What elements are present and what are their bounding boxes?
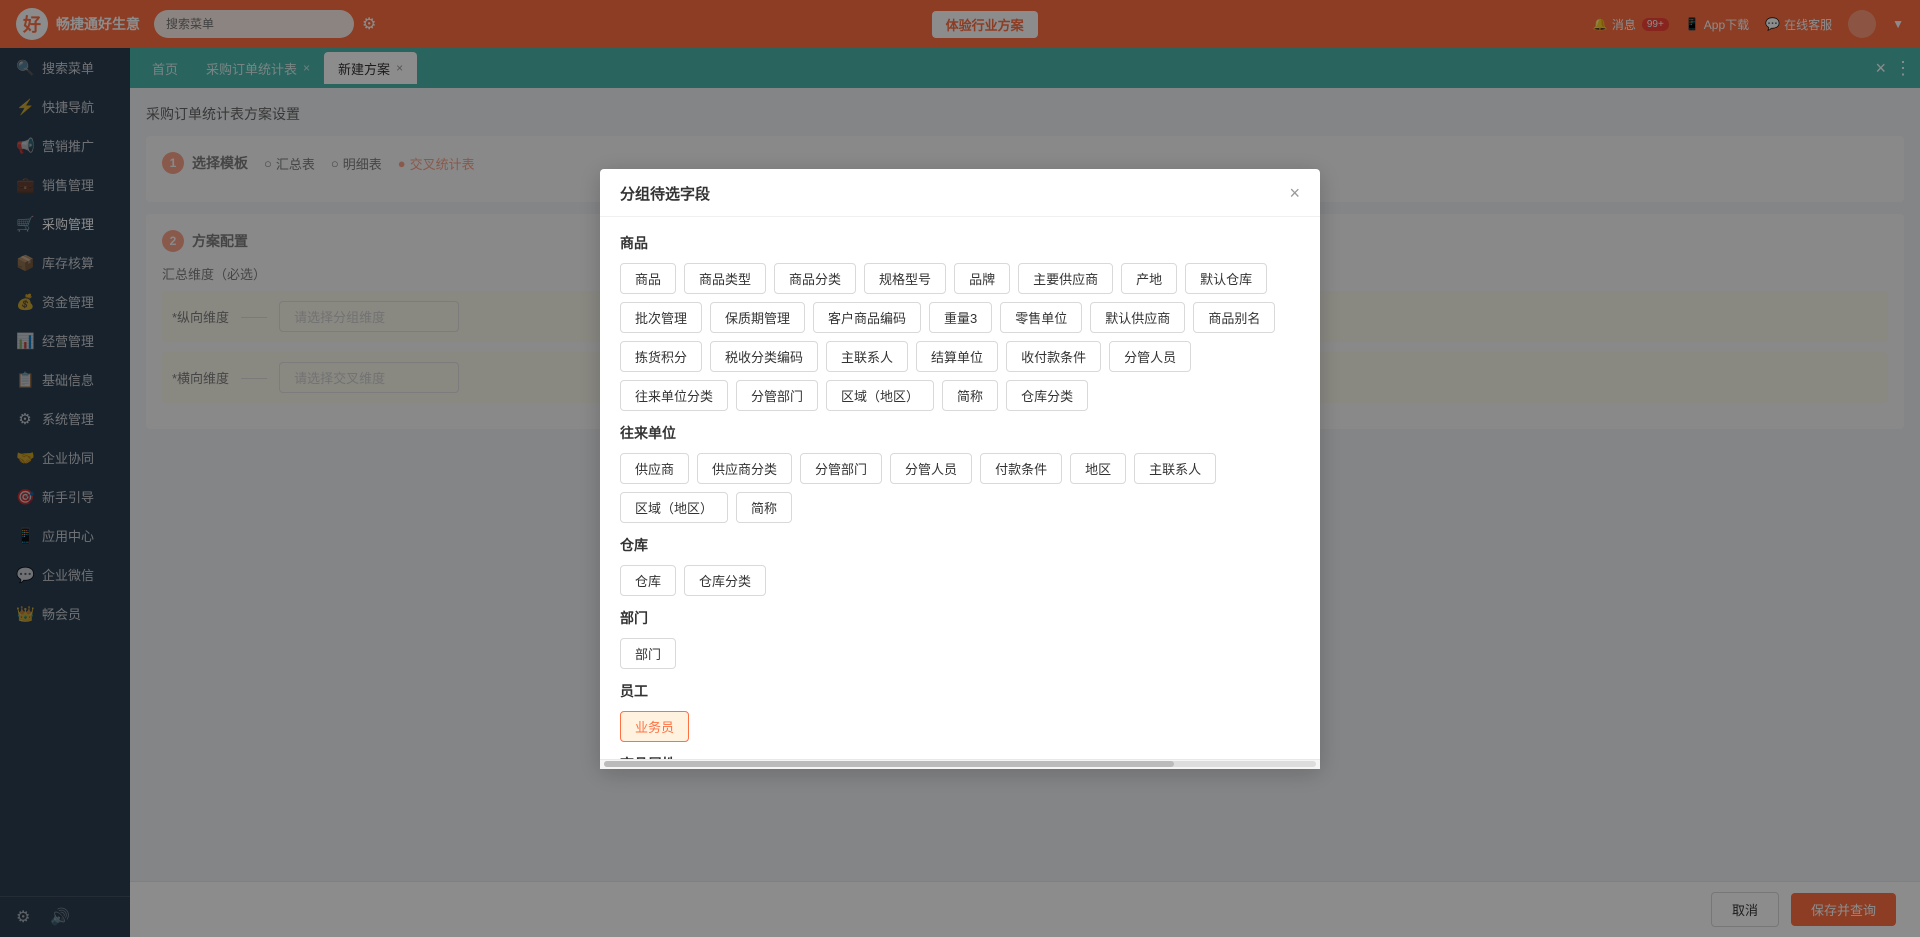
chip-goods-税收分类编码[interactable]: 税收分类编码 <box>710 341 818 372</box>
chip-goods-商品类型[interactable]: 商品类型 <box>684 263 766 294</box>
chip-goods-商品别名[interactable]: 商品别名 <box>1193 302 1275 333</box>
group-title-goods: 商品 <box>620 233 1300 253</box>
chip-goods-结算单位[interactable]: 结算单位 <box>916 341 998 372</box>
modal-title: 分组待选字段 <box>620 183 710 204</box>
chip-partner-主联系人[interactable]: 主联系人 <box>1134 453 1216 484</box>
group-title-partner: 往来单位 <box>620 423 1300 443</box>
chip-goods-区域地区[interactable]: 区域（地区） <box>826 380 934 411</box>
chip-warehouse-仓库[interactable]: 仓库 <box>620 565 676 596</box>
chip-goods-分管人员[interactable]: 分管人员 <box>1109 341 1191 372</box>
group-title-warehouse: 仓库 <box>620 535 1300 555</box>
chip-partner-区域地区[interactable]: 区域（地区） <box>620 492 728 523</box>
modal-header: 分组待选字段 × <box>600 169 1320 217</box>
chip-goods-保质期管理[interactable]: 保质期管理 <box>710 302 805 333</box>
modal-close-button[interactable]: × <box>1289 184 1300 202</box>
chip-goods-简称[interactable]: 简称 <box>942 380 998 411</box>
chip-goods-品牌[interactable]: 品牌 <box>954 263 1010 294</box>
chip-goods-分管部门[interactable]: 分管部门 <box>736 380 818 411</box>
modal-overlay: 分组待选字段 × 商品 商品 商品类型 商品分类 规格型号 品牌 主要供应商 产… <box>0 0 1920 937</box>
group-chips-warehouse: 仓库 仓库分类 <box>620 565 1300 596</box>
chip-goods-规格型号[interactable]: 规格型号 <box>864 263 946 294</box>
chip-goods-仓库分类[interactable]: 仓库分类 <box>1006 380 1088 411</box>
chip-goods-商品[interactable]: 商品 <box>620 263 676 294</box>
chip-goods-往来单位分类[interactable]: 往来单位分类 <box>620 380 728 411</box>
group-title-staff: 员工 <box>620 681 1300 701</box>
chip-goods-重量3[interactable]: 重量3 <box>929 302 992 333</box>
chip-goods-收付款条件[interactable]: 收付款条件 <box>1006 341 1101 372</box>
chip-partner-分管部门[interactable]: 分管部门 <box>800 453 882 484</box>
modal-body: 商品 商品 商品类型 商品分类 规格型号 品牌 主要供应商 产地 默认仓库 批次… <box>600 217 1320 759</box>
chip-goods-零售单位[interactable]: 零售单位 <box>1000 302 1082 333</box>
hscroll-thumb[interactable] <box>604 761 1174 767</box>
group-chips-goods: 商品 商品类型 商品分类 规格型号 品牌 主要供应商 产地 默认仓库 批次管理 … <box>620 263 1300 411</box>
chip-dept-部门[interactable]: 部门 <box>620 638 676 669</box>
group-chips-partner: 供应商 供应商分类 分管部门 分管人员 付款条件 地区 主联系人 区域（地区） … <box>620 453 1300 523</box>
group-title-dept: 部门 <box>620 608 1300 628</box>
field-select-modal: 分组待选字段 × 商品 商品 商品类型 商品分类 规格型号 品牌 主要供应商 产… <box>600 169 1320 769</box>
chip-partner-付款条件[interactable]: 付款条件 <box>980 453 1062 484</box>
chip-goods-默认供应商[interactable]: 默认供应商 <box>1090 302 1185 333</box>
chip-goods-主要供应商[interactable]: 主要供应商 <box>1018 263 1113 294</box>
chip-partner-地区[interactable]: 地区 <box>1070 453 1126 484</box>
chip-staff-业务员[interactable]: 业务员 <box>620 711 689 742</box>
chip-goods-主联系人[interactable]: 主联系人 <box>826 341 908 372</box>
chip-goods-默认仓库[interactable]: 默认仓库 <box>1185 263 1267 294</box>
group-chips-staff: 业务员 <box>620 711 1300 742</box>
chip-goods-拣货积分[interactable]: 拣货积分 <box>620 341 702 372</box>
group-chips-dept: 部门 <box>620 638 1300 669</box>
chip-partner-简称[interactable]: 简称 <box>736 492 792 523</box>
modal-hscrollbar <box>600 759 1320 769</box>
chip-goods-产地[interactable]: 产地 <box>1121 263 1177 294</box>
chip-partner-供应商分类[interactable]: 供应商分类 <box>697 453 792 484</box>
chip-goods-商品分类[interactable]: 商品分类 <box>774 263 856 294</box>
chip-partner-分管人员[interactable]: 分管人员 <box>890 453 972 484</box>
chip-goods-客户商品编码[interactable]: 客户商品编码 <box>813 302 921 333</box>
chip-goods-批次管理[interactable]: 批次管理 <box>620 302 702 333</box>
chip-warehouse-仓库分类[interactable]: 仓库分类 <box>684 565 766 596</box>
chip-partner-供应商[interactable]: 供应商 <box>620 453 689 484</box>
